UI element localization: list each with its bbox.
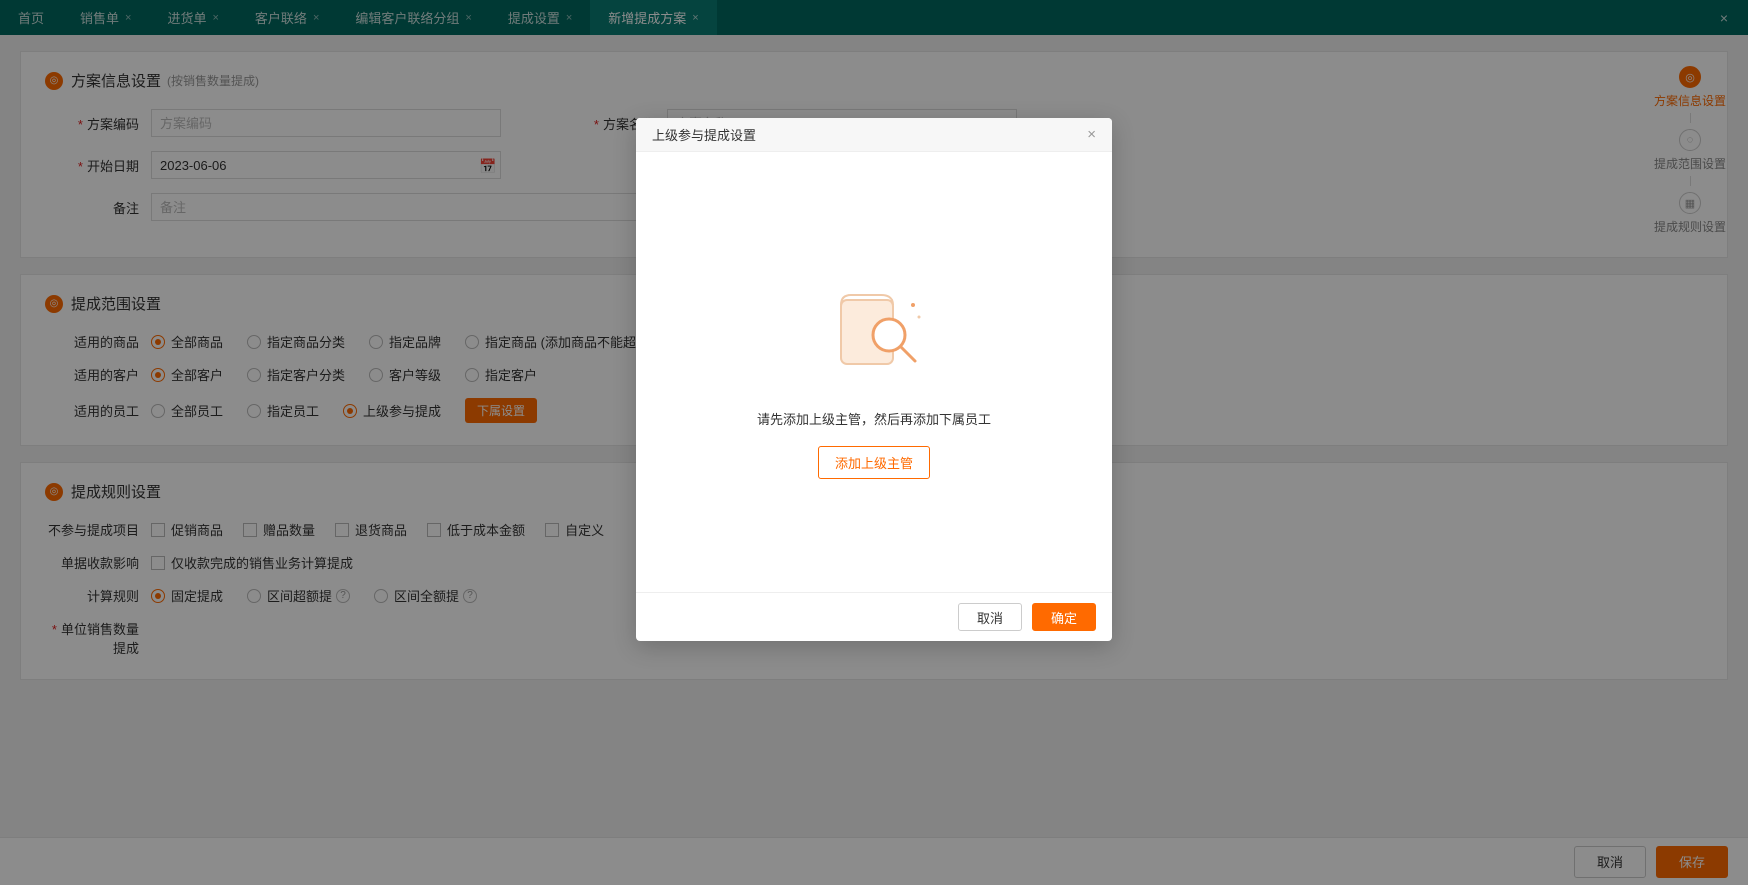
modal-body: 请先添加上级主管，然后再添加下属员工 添加上级主管 — [636, 152, 1112, 592]
modal-title: 上级参与提成设置 — [652, 125, 756, 144]
modal-footer: 取消 确定 — [636, 592, 1112, 641]
close-icon[interactable]: × — [1087, 127, 1096, 142]
empty-state-icon — [819, 275, 929, 385]
modal-header: 上级参与提成设置 × — [636, 118, 1112, 152]
modal-ok-button[interactable]: 确定 — [1032, 603, 1096, 631]
add-superior-button[interactable]: 添加上级主管 — [818, 446, 930, 479]
modal-cancel-button[interactable]: 取消 — [958, 603, 1022, 631]
empty-state-text: 请先添加上级主管，然后再添加下属员工 — [757, 409, 991, 428]
superior-commission-modal: 上级参与提成设置 × 请先添加上级主管，然后再添加下属员工 添加上级主管 取消 … — [636, 118, 1112, 641]
